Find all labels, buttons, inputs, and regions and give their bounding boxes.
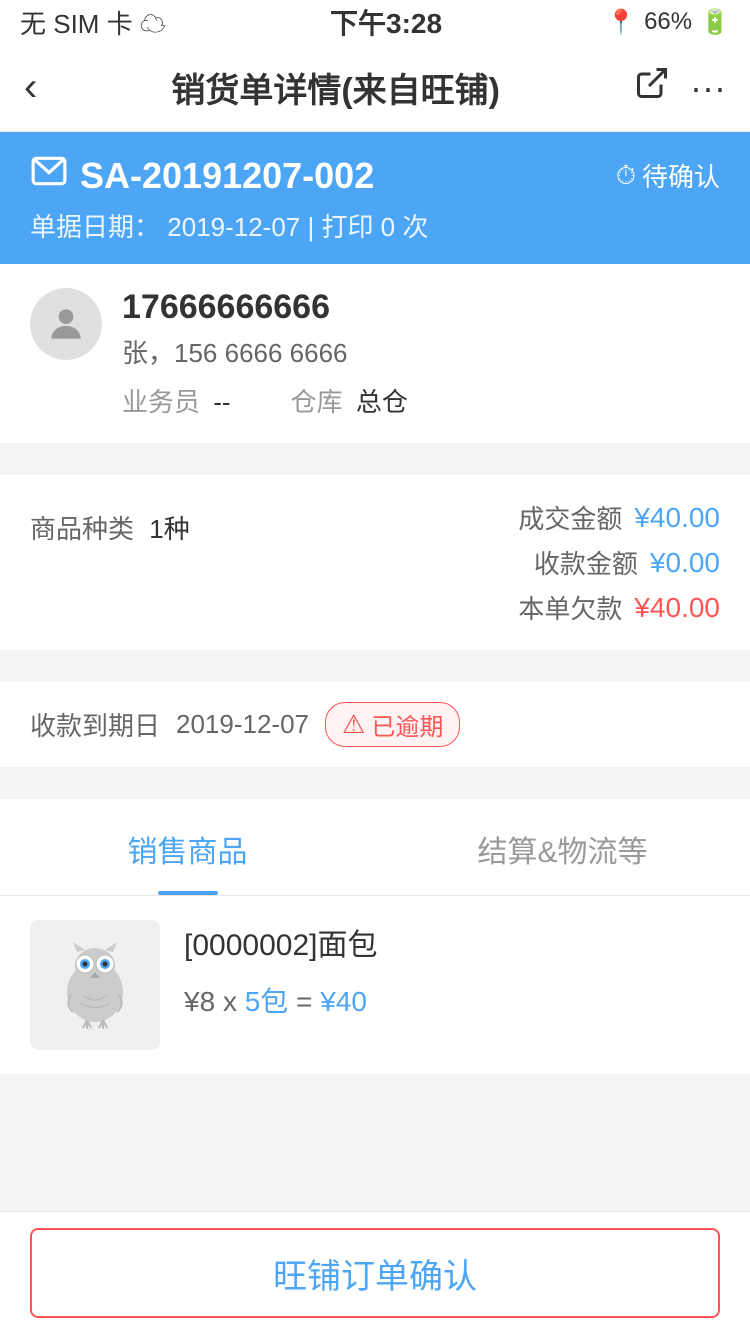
stats-card: 商品种类 1种 成交金额 ¥40.00 收款金额 ¥0.00 本单欠款 ¥40.…	[0, 475, 750, 650]
overdue-badge: ⚠ 已逾期	[325, 702, 460, 747]
equals: =	[296, 986, 320, 1017]
order-status: ⏱ 待确认	[616, 157, 720, 194]
deal-amount-label: 成交金额	[518, 499, 622, 536]
amounts: 成交金额 ¥40.00 收款金额 ¥0.00 本单欠款 ¥40.00	[518, 499, 720, 626]
multiplier: x	[223, 986, 245, 1017]
due-date-label: 收款到期日	[30, 706, 160, 743]
product-thumbnail: 管+	[30, 920, 160, 1050]
received-amount-row: 收款金额 ¥0.00	[534, 544, 720, 581]
status-text: 待确认	[642, 157, 720, 194]
tab-settlement[interactable]: 结算&物流等	[375, 799, 750, 895]
tab-settlement-label: 结算&物流等	[477, 836, 647, 869]
customer-card: 17666666666 张，156 6666 6666 业务员 -- 仓库 总仓	[0, 264, 750, 443]
customer-meta: 业务员 -- 仓库 总仓	[122, 382, 720, 419]
quantity: 5包	[245, 986, 289, 1017]
status-clock-icon: ⏱	[616, 160, 636, 192]
received-amount-label: 收款金额	[534, 544, 638, 581]
back-button[interactable]: ‹	[24, 65, 37, 110]
deal-amount-value: ¥40.00	[634, 502, 720, 534]
deal-amount-row: 成交金额 ¥40.00	[518, 499, 720, 536]
status-bar-right: 📍 66% 🔋	[606, 8, 730, 37]
battery-icon: 📍	[606, 8, 636, 37]
customer-avatar	[30, 288, 102, 360]
status-bar-time: 下午3:28	[330, 2, 442, 42]
divider-1	[0, 459, 750, 475]
salesperson-label: 业务员	[122, 387, 200, 417]
owed-amount-value: ¥40.00	[634, 592, 720, 624]
overdue-text: 已逾期	[371, 707, 443, 742]
battery-level: 66%	[644, 8, 692, 36]
page-title: 销货单详情(来自旺铺)	[171, 63, 500, 112]
salesperson-value: --	[213, 387, 230, 417]
share-icon[interactable]	[634, 65, 670, 110]
order-id: SA-20191207-002	[30, 152, 374, 199]
nav-bar: ‹ 销货单详情(来自旺铺) ···	[0, 44, 750, 132]
warehouse-label: 仓库	[291, 387, 343, 417]
customer-phone: 17666666666	[122, 288, 720, 327]
tabs: 销售商品 结算&物流等	[0, 799, 750, 896]
product-type: 商品种类 1种	[30, 509, 190, 546]
status-bar-left: 无 SIM 卡 ☁	[20, 4, 166, 41]
product-details: [0000002]面包 ¥8 x 5包 = ¥40	[184, 920, 720, 1020]
sim-status: 无 SIM 卡 ☁	[20, 4, 166, 41]
product-type-label: 商品种类	[30, 514, 134, 544]
product-type-value: 1种	[149, 514, 189, 544]
status-bar: 无 SIM 卡 ☁ 下午3:28 📍 66% 🔋	[0, 0, 750, 44]
customer-info: 17666666666 张，156 6666 6666 业务员 -- 仓库 总仓	[122, 288, 720, 419]
owed-amount-row: 本单欠款 ¥40.00	[518, 589, 720, 626]
received-amount-value: ¥0.00	[650, 547, 720, 579]
due-date-section: 收款到期日 2019-12-07 ⚠ 已逾期	[0, 682, 750, 767]
order-id-icon	[30, 152, 68, 199]
tab-sales-products[interactable]: 销售商品	[0, 799, 375, 895]
nav-actions: ···	[634, 65, 726, 110]
order-header: SA-20191207-002 ⏱ 待确认 单据日期： 2019-12-07 |…	[0, 132, 750, 264]
confirm-order-button[interactable]: 旺铺订单确认	[30, 1228, 720, 1318]
battery-bar: 🔋	[700, 8, 730, 37]
bottom-bar: 旺铺订单确认	[0, 1211, 750, 1334]
product-price: ¥8 x 5包 = ¥40	[184, 980, 720, 1020]
total-price: ¥40	[320, 986, 367, 1017]
order-id-text: SA-20191207-002	[80, 155, 374, 197]
divider-2	[0, 666, 750, 682]
product-item: 管+ [0000002]面包 ¥8 x 5包 = ¥40	[0, 896, 750, 1074]
order-date: 单据日期： 2019-12-07 | 打印 0 次	[30, 207, 720, 244]
more-button[interactable]: ···	[690, 67, 726, 109]
product-name: [0000002]面包	[184, 920, 720, 964]
divider-3	[0, 783, 750, 799]
owed-amount-label: 本单欠款	[518, 589, 622, 626]
unit-price: ¥8	[184, 986, 215, 1017]
warehouse-value: 总仓	[356, 387, 408, 417]
due-date-value: 2019-12-07	[176, 709, 309, 740]
customer-name: 张，156 6666 6666	[122, 333, 720, 370]
tab-sales-label: 销售商品	[128, 836, 248, 869]
svg-text:管+: 管+	[87, 1028, 103, 1030]
overdue-icon: ⚠	[342, 709, 365, 740]
